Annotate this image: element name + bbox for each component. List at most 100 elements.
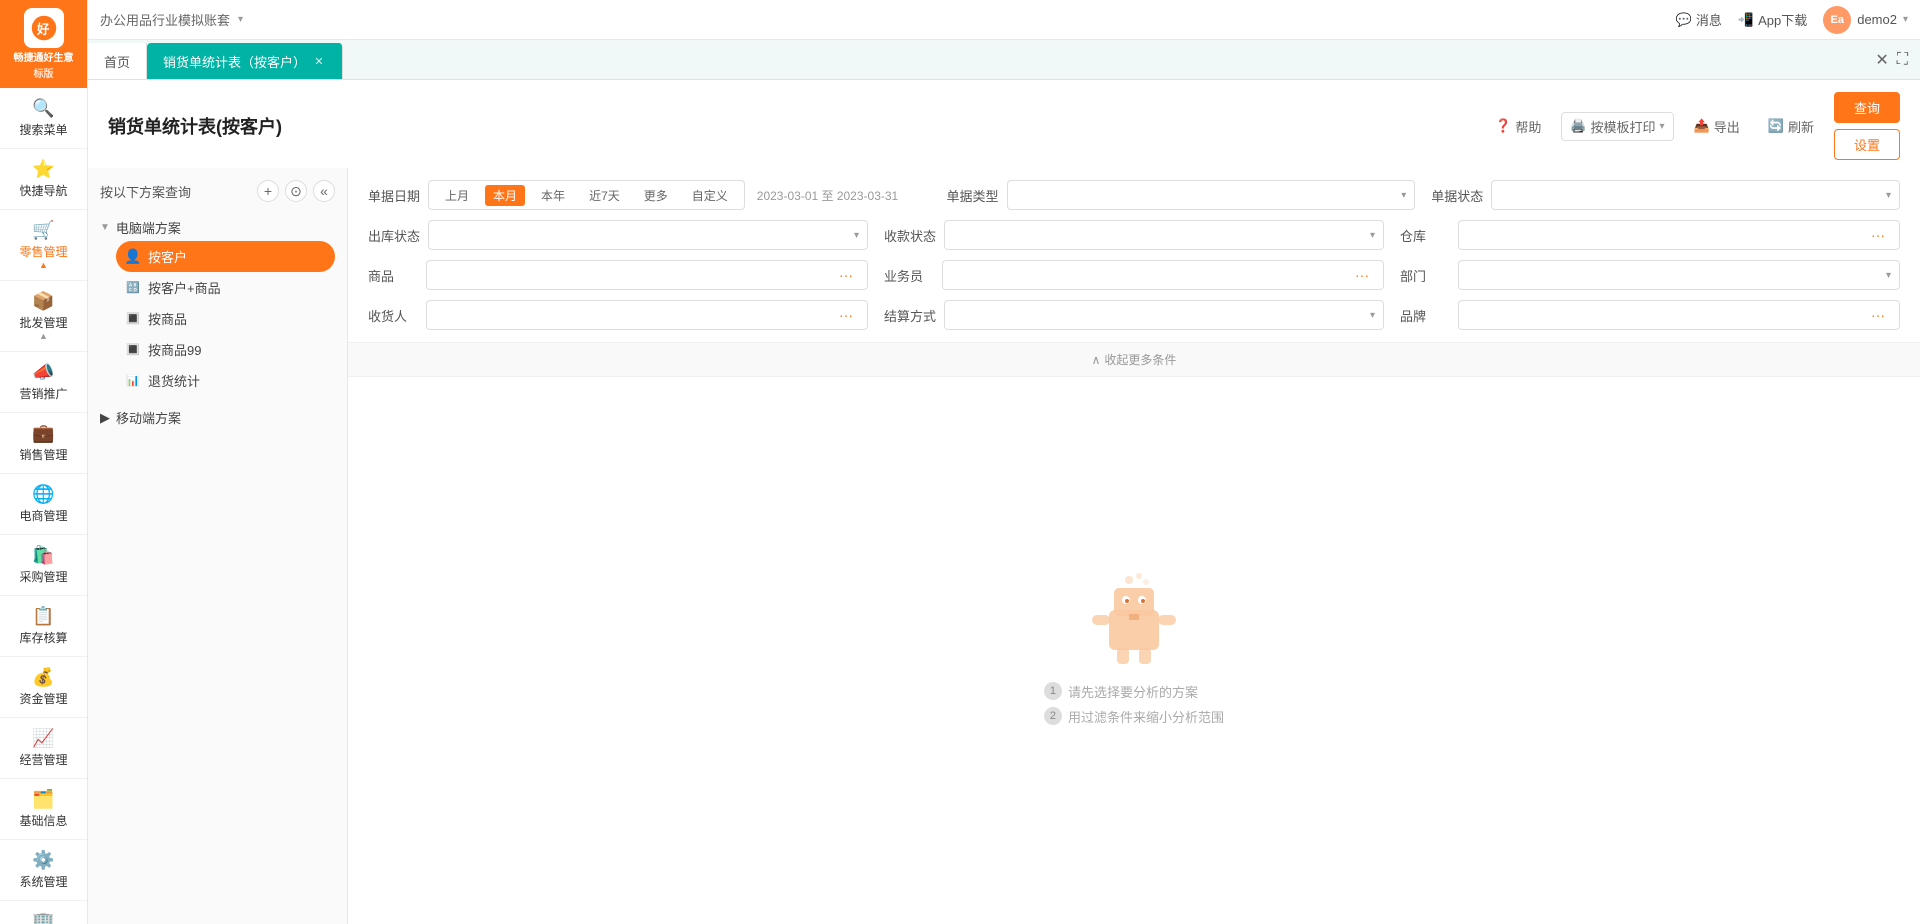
scheme-item-return-stat[interactable]: 📊 退货统计 xyxy=(116,365,335,396)
scheme-settings-btn[interactable]: ⊙ xyxy=(285,180,307,202)
refresh-btn[interactable]: 🔄 刷新 xyxy=(1760,113,1822,140)
bill-type-select[interactable]: ▾ xyxy=(1007,180,1416,210)
filter-row-3: 商品 ··· 业务员 ··· xyxy=(368,260,1900,290)
sidebar-item-retail[interactable]: 🛒 零售管理 ▲ xyxy=(0,210,87,281)
brand-select[interactable]: ··· xyxy=(1458,300,1900,330)
department-arrow: ▾ xyxy=(1886,270,1891,281)
bill-status-label: 单据状态 xyxy=(1431,186,1483,205)
scheme-item-by-customer[interactable]: 👤 按客户 xyxy=(116,241,335,272)
filter-row-1: 单据日期 上月 本月 本年 近7天 更多 自定义 xyxy=(368,180,1900,210)
print-btn[interactable]: 🖨️ 按模板打印 ▾ xyxy=(1561,112,1673,141)
date-tab-last7[interactable]: 近7天 xyxy=(581,185,628,206)
mobile-category-header[interactable]: ▶ 移动端方案 xyxy=(100,404,335,431)
collapse-bar[interactable]: ∧ 收起更多条件 xyxy=(348,343,1920,377)
export-btn[interactable]: 📤 导出 xyxy=(1686,113,1748,140)
hint-num-2: 2 xyxy=(1044,707,1062,725)
warehouse-select[interactable]: ··· xyxy=(1458,220,1900,250)
product-select[interactable]: ··· xyxy=(426,260,868,290)
brand-dots[interactable]: ··· xyxy=(1865,305,1891,325)
query-button[interactable]: 查询 xyxy=(1834,92,1900,123)
out-status-select[interactable]: ▾ xyxy=(428,220,868,250)
tab-right-icons: ✕ ⛶ xyxy=(1875,40,1920,79)
tab-home[interactable]: 首页 xyxy=(88,43,147,79)
scheme-collapse-btn[interactable]: « xyxy=(313,180,335,202)
home-tab-label: 首页 xyxy=(104,52,130,71)
product-dots[interactable]: ··· xyxy=(833,265,859,285)
inventory-icon: 📋 xyxy=(32,606,54,627)
date-label: 单据日期 xyxy=(368,186,420,205)
salesperson-select[interactable]: ··· xyxy=(942,260,1384,290)
bill-type-field: 单据类型 ▾ xyxy=(947,180,1416,210)
recipient-dots[interactable]: ··· xyxy=(833,305,859,325)
department-select[interactable]: ▾ xyxy=(1458,260,1900,290)
scheme-item-by-product-99[interactable]: 🔳 按商品99 xyxy=(116,334,335,365)
sidebar-item-purchase[interactable]: 🛍️ 采购管理 xyxy=(0,535,87,596)
sidebar-item-basic[interactable]: 🗂️ 基础信息 xyxy=(0,779,87,840)
sidebar-purchase-label: 采购管理 xyxy=(19,568,67,585)
print-dropdown-arrow: ▾ xyxy=(1660,121,1665,132)
message-btn[interactable]: 💬 消息 xyxy=(1676,10,1722,29)
expand-icon[interactable]: ⛶ xyxy=(1897,51,1908,69)
sidebar-item-enterprise[interactable]: 🏢 企业协同 xyxy=(0,901,87,924)
app-download-btn[interactable]: 📲 App下载 xyxy=(1738,10,1807,29)
sidebar-item-quick-nav[interactable]: ⭐ 快捷导航 xyxy=(0,149,87,210)
sidebar-item-inventory[interactable]: 📋 库存核算 xyxy=(0,596,87,657)
out-status-arrow: ▾ xyxy=(854,230,859,241)
sidebar-item-system[interactable]: ⚙️ 系统管理 xyxy=(0,840,87,901)
settlement-label: 结算方式 xyxy=(884,306,936,325)
bill-status-select[interactable]: ▾ xyxy=(1491,180,1900,210)
sidebar-item-marketing[interactable]: 📣 营销推广 xyxy=(0,352,87,413)
salesperson-dots[interactable]: ··· xyxy=(1349,265,1375,285)
product99-icon: 🔳 xyxy=(124,343,142,356)
filter-area: 单据日期 上月 本月 本年 近7天 更多 自定义 xyxy=(348,168,1920,924)
wholesale-icon: 📦 xyxy=(32,291,54,312)
recipient-label: 收货人 xyxy=(368,306,418,325)
export-icon: 📤 xyxy=(1694,118,1710,134)
date-tab-more[interactable]: 更多 xyxy=(636,185,676,206)
close-tab-btn[interactable]: ✕ xyxy=(312,54,326,68)
company-dropdown-arrow[interactable]: ▾ xyxy=(238,14,243,25)
scheme-panel-header: 按以下方案查询 + ⊙ « xyxy=(88,176,347,206)
sidebar-item-operations[interactable]: 📈 经营管理 xyxy=(0,718,87,779)
scheme-item-label: 按客户+商品 xyxy=(148,278,221,297)
sidebar-item-sales[interactable]: 💼 销售管理 xyxy=(0,413,87,474)
warehouse-dots[interactable]: ··· xyxy=(1865,225,1891,245)
filter-row-4: 收货人 ··· 结算方式 ▾ xyxy=(368,300,1900,330)
sidebar-item-wholesale[interactable]: 📦 批发管理 ▲ xyxy=(0,281,87,352)
date-tab-this-year[interactable]: 本年 xyxy=(533,185,573,206)
help-btn[interactable]: ❓ 帮助 xyxy=(1487,113,1549,140)
sidebar-item-finance[interactable]: 💰 资金管理 xyxy=(0,657,87,718)
settings-button[interactable]: 设置 xyxy=(1834,129,1900,160)
minimize-icon[interactable]: ✕ xyxy=(1875,50,1888,70)
date-tab-custom[interactable]: 自定义 xyxy=(684,185,736,206)
date-tab-this-month[interactable]: 本月 xyxy=(485,185,525,206)
hint-num-1: 1 xyxy=(1044,682,1062,700)
sidebar-system-label: 系统管理 xyxy=(19,873,67,890)
print-label: 按模板打印 xyxy=(1591,117,1656,136)
mobile-category-label: 移动端方案 xyxy=(116,408,181,427)
retail-icon: 🛒 xyxy=(32,220,54,241)
return-stat-icon: 📊 xyxy=(124,374,142,387)
scheme-item-by-customer-product[interactable]: 🔠 按客户+商品 xyxy=(116,272,335,303)
sidebar-basic-label: 基础信息 xyxy=(19,812,67,829)
sidebar-search-label: 搜索菜单 xyxy=(19,121,67,138)
tab-sales-stat[interactable]: 销货单统计表（按客户） ✕ xyxy=(147,43,343,79)
enterprise-icon: 🏢 xyxy=(32,911,54,924)
user-area[interactable]: Ea demo2 ▾ xyxy=(1823,6,1908,34)
app-download-icon: 📲 xyxy=(1738,12,1754,28)
desktop-scheme-items: 👤 按客户 🔠 按客户+商品 🔳 按商品 🔳 xyxy=(100,241,335,396)
date-tab-last-month[interactable]: 上月 xyxy=(437,185,477,206)
refresh-label: 刷新 xyxy=(1788,117,1814,136)
receive-status-select[interactable]: ▾ xyxy=(944,220,1384,250)
scheme-item-by-product[interactable]: 🔳 按商品 xyxy=(116,303,335,334)
ecommerce-icon: 🌐 xyxy=(32,484,54,505)
desktop-category-header[interactable]: ▼ 电脑端方案 xyxy=(100,214,335,241)
date-input-area[interactable]: 上月 本月 本年 近7天 更多 自定义 xyxy=(428,180,745,210)
scheme-item-label: 退货统计 xyxy=(148,371,200,390)
sidebar-item-search[interactable]: 🔍 搜索菜单 xyxy=(0,88,87,149)
scheme-add-btn[interactable]: + xyxy=(257,180,279,202)
sidebar-item-ecommerce[interactable]: 🌐 电商管理 xyxy=(0,474,87,535)
settlement-select[interactable]: ▾ xyxy=(944,300,1384,330)
recipient-select[interactable]: ··· xyxy=(426,300,868,330)
top-header: 办公用品行业模拟账套 ▾ 💬 消息 📲 App下载 Ea demo2 ▾ xyxy=(88,0,1920,40)
